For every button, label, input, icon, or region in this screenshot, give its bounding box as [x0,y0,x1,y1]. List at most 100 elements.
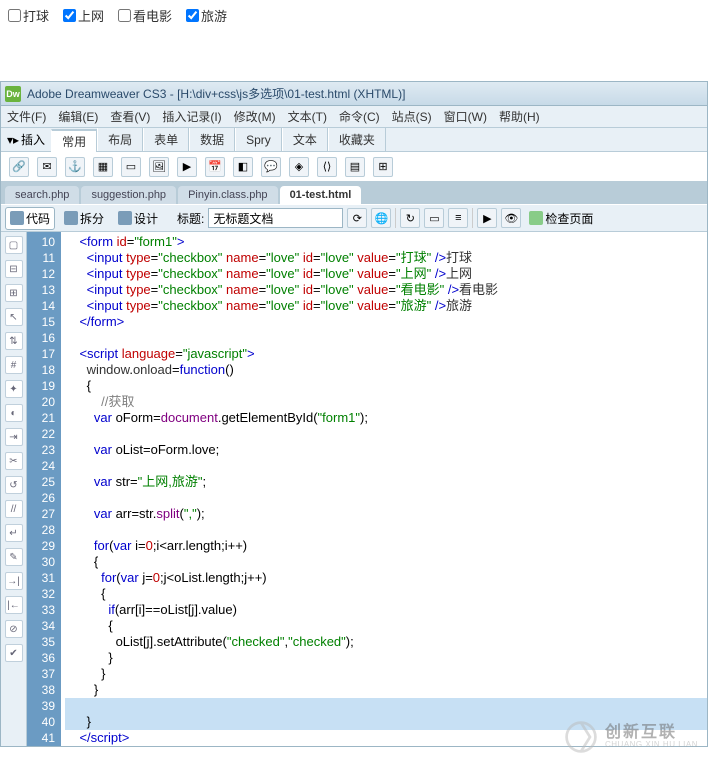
auto-indent-icon[interactable]: ⇥ [5,428,23,446]
live-icon[interactable]: ▭ [424,208,444,228]
apply-icon[interactable]: ✔ [5,644,23,662]
menu-item[interactable]: 文件(F) [7,108,46,125]
code-line[interactable]: window.onload=function() [65,362,707,378]
code-line[interactable]: <input type="checkbox" name="love" id="l… [65,266,707,282]
checkbox-上网[interactable]: 上网 [63,6,104,25]
visual-aids-icon[interactable]: 👁 [501,208,521,228]
date-icon[interactable]: 📅 [205,157,225,177]
code-line[interactable]: <input type="checkbox" name="love" id="l… [65,250,707,266]
menu-item[interactable]: 文本(T) [288,108,327,125]
menu-item[interactable]: 帮助(H) [499,108,540,125]
checkbox-看电影[interactable]: 看电影 [118,6,172,25]
check-page-button[interactable]: 检查页面 [529,210,593,227]
code-line[interactable]: <script language="javascript"> [65,346,707,362]
code-line[interactable]: var oList=oForm.love; [65,442,707,458]
table-icon[interactable]: ▦ [93,157,113,177]
menu-item[interactable]: 命令(C) [339,108,380,125]
split-view-button[interactable]: 拆分 [59,207,109,230]
code-line[interactable] [65,522,707,538]
code-line[interactable]: <input type="checkbox" name="love" id="l… [65,298,707,314]
code-line[interactable]: oList[j].setAttribute("checked","checked… [65,634,707,650]
expand-icon[interactable]: ⊞ [5,284,23,302]
menu-item[interactable]: 查看(V) [110,108,150,125]
code-line[interactable]: { [65,554,707,570]
invalid-icon[interactable]: ⊘ [5,620,23,638]
menu-item[interactable]: 站点(S) [392,108,432,125]
refresh-icon[interactable]: ⟳ [347,208,367,228]
select-parent-icon[interactable]: ↖ [5,308,23,326]
code-line[interactable]: </form> [65,314,707,330]
code-line[interactable]: for(var i=0;i<arr.length;i++) [65,538,707,554]
code-line[interactable] [65,330,707,346]
code-line[interactable]: { [65,618,707,634]
hyperlink-icon[interactable]: 🔗 [9,157,29,177]
server-icon[interactable]: ◧ [233,157,253,177]
code-line[interactable]: for(var j=0;j<oList.length;j++) [65,570,707,586]
document-title-input[interactable] [208,208,343,228]
menu-item[interactable]: 窗口(W) [444,108,487,125]
insert-tab-表单[interactable]: 表单 [143,128,189,151]
template-icon[interactable]: ▤ [345,157,365,177]
insert-tab-布局[interactable]: 布局 [97,128,143,151]
menu-item[interactable]: 插入记录(I) [162,108,221,125]
checkbox-打球[interactable]: 打球 [8,6,49,25]
code-line[interactable] [65,490,707,506]
code-view-button[interactable]: 代码 [5,207,55,230]
code-line[interactable] [65,458,707,474]
menu-item[interactable]: 修改(M) [234,108,276,125]
comment-toggle-icon[interactable]: // [5,500,23,518]
checkbox-input[interactable] [186,9,199,22]
code-line[interactable]: var str="上网,旅游"; [65,474,707,490]
code-line[interactable] [65,698,707,714]
checkbox-input[interactable] [8,9,21,22]
head-icon[interactable]: ◈ [289,157,309,177]
code-line[interactable]: //获取 [65,394,707,410]
design-view-button[interactable]: 设计 [113,207,163,230]
code-line[interactable] [65,426,707,442]
preview-icon[interactable]: ▶ [477,208,497,228]
menu-item[interactable]: 编辑(E) [58,108,98,125]
code-line[interactable]: } [65,682,707,698]
doc-tab[interactable]: 01-test.html [280,186,362,204]
format-icon[interactable]: ✎ [5,548,23,566]
indent-icon[interactable]: →| [5,572,23,590]
recent-icon[interactable]: ↺ [5,476,23,494]
line-numbers-icon[interactable]: # [5,356,23,374]
insert-tab-Spry[interactable]: Spry [235,128,282,151]
doc-tab[interactable]: suggestion.php [81,186,176,204]
email-icon[interactable]: ✉ [37,157,57,177]
image-icon[interactable]: 🖼 [149,157,169,177]
media-icon[interactable]: ▶ [177,157,197,177]
syntax-coloring-icon[interactable]: ◐ [5,404,23,422]
snippets-icon[interactable]: ✂ [5,452,23,470]
outdent-icon[interactable]: |← [5,596,23,614]
code-line[interactable]: } [65,650,707,666]
insert-tab-收藏夹[interactable]: 收藏夹 [328,128,386,151]
code-line[interactable]: <form id="form1"> [65,234,707,250]
code-line[interactable]: } [65,666,707,682]
anchor-icon[interactable]: ⚓ [65,157,85,177]
code-line[interactable]: { [65,586,707,602]
code-editor[interactable]: <form id="form1"> <input type="checkbox"… [61,232,707,746]
reload-icon[interactable]: ↻ [400,208,420,228]
insert-tab-文本[interactable]: 文本 [282,128,328,151]
highlight-icon[interactable]: ✦ [5,380,23,398]
checkbox-旅游[interactable]: 旅游 [186,6,227,25]
code-line[interactable]: if(arr[i]==oList[j].value) [65,602,707,618]
options-icon[interactable]: ≡ [448,208,468,228]
balance-icon[interactable]: ⇅ [5,332,23,350]
comment-icon[interactable]: 💬 [261,157,281,177]
script-icon[interactable]: ⟨⟩ [317,157,337,177]
doc-tab[interactable]: search.php [5,186,79,204]
code-line[interactable]: { [65,378,707,394]
tag-icon[interactable]: ⊞ [373,157,393,177]
collapse-icon[interactable]: ⊟ [5,260,23,278]
wrap-icon[interactable]: ↵ [5,524,23,542]
insert-panel-toggle[interactable]: ▾▸ 插入 [1,131,51,148]
code-line[interactable]: var arr=str.split(","); [65,506,707,522]
insert-tab-数据[interactable]: 数据 [189,128,235,151]
code-line[interactable]: var oForm=document.getElementById("form1… [65,410,707,426]
globe-icon[interactable]: 🌐 [371,208,391,228]
insert-tab-常用[interactable]: 常用 [51,129,97,152]
checkbox-input[interactable] [63,9,76,22]
